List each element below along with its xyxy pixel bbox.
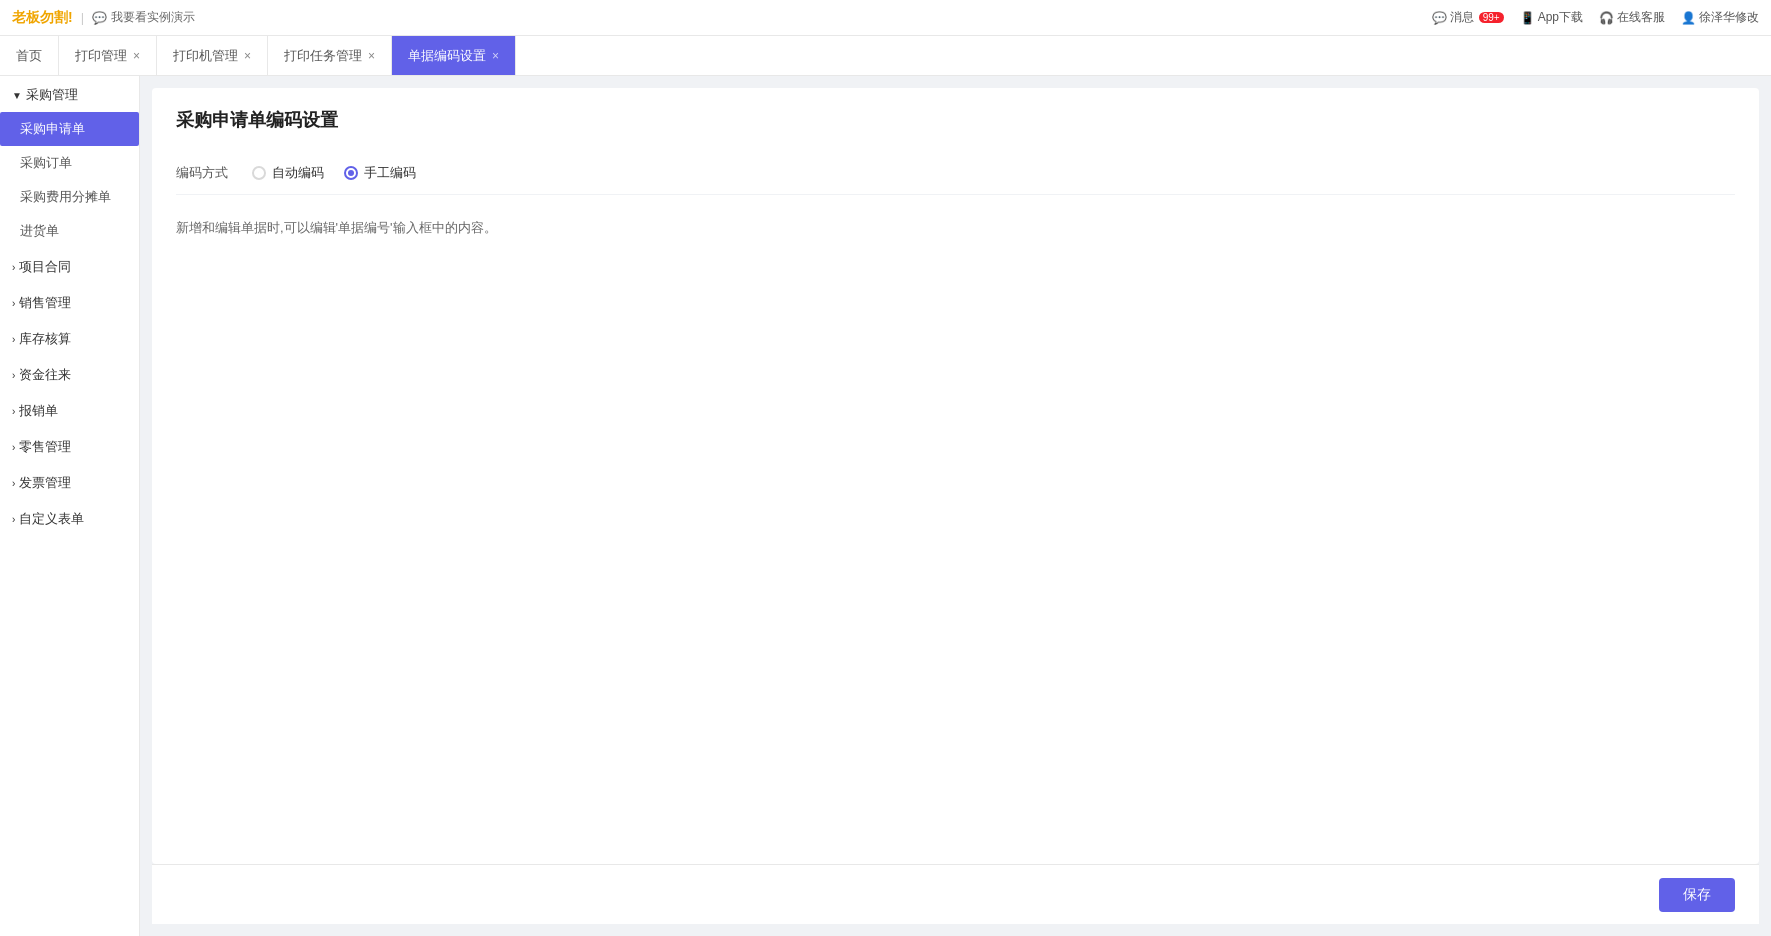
sidebar-group-retail: › 零售管理 bbox=[0, 428, 139, 464]
sidebar-group-project-label: 项目合同 bbox=[19, 258, 71, 276]
radio-group: 自动编码 手工编码 bbox=[252, 164, 416, 182]
hint-area[interactable]: 💬 我要看实例演示 bbox=[92, 9, 195, 26]
tab-printer-mgmt[interactable]: 打印机管理 × bbox=[157, 36, 268, 75]
sidebar-group-purchase-label: 采购管理 bbox=[26, 86, 78, 104]
chat-icon: 💬 bbox=[92, 11, 107, 25]
tab-print-mgmt-label: 打印管理 bbox=[75, 47, 127, 65]
app-download-label: App下载 bbox=[1538, 9, 1583, 26]
message-label: 消息 bbox=[1450, 9, 1474, 26]
encoding-method-label: 编码方式 bbox=[176, 164, 236, 182]
save-button[interactable]: 保存 bbox=[1659, 878, 1735, 912]
tab-print-task-mgmt-label: 打印任务管理 bbox=[284, 47, 362, 65]
collapse-arrow-retail: › bbox=[12, 442, 15, 453]
sidebar-group-fund-title[interactable]: › 资金往来 bbox=[0, 356, 139, 392]
sidebar-item-purchase-order-label: 采购订单 bbox=[20, 155, 72, 170]
sidebar-group-invoice: › 发票管理 bbox=[0, 464, 139, 500]
sidebar-item-purchase-request-label: 采购申请单 bbox=[20, 121, 85, 136]
top-bar: 老板勿割! | 💬 我要看实例演示 💬 消息 99+ 📱 App下载 🎧 在线客… bbox=[0, 0, 1771, 36]
sidebar-group-reimbursement-title[interactable]: › 报销单 bbox=[0, 392, 139, 428]
sidebar-item-purchase-expense[interactable]: 采购费用分摊单 bbox=[0, 180, 139, 214]
content-main: 采购申请单编码设置 编码方式 自动编码 手工编码 新增和编辑单据时,可以编辑'单… bbox=[152, 88, 1759, 864]
app-download-btn[interactable]: 📱 App下载 bbox=[1520, 9, 1583, 26]
sidebar-group-custom-label: 自定义表单 bbox=[19, 510, 84, 528]
collapse-arrow-purchase: ▼ bbox=[12, 90, 22, 101]
sidebar-group-sales: › 销售管理 bbox=[0, 284, 139, 320]
manual-code-label: 手工编码 bbox=[364, 164, 416, 182]
content-footer: 保存 bbox=[152, 864, 1759, 924]
tab-bar: 首页 打印管理 × 打印机管理 × 打印任务管理 × 单据编码设置 × bbox=[0, 36, 1771, 76]
encoding-method-row: 编码方式 自动编码 手工编码 bbox=[176, 152, 1735, 195]
sidebar-item-purchase-expense-label: 采购费用分摊单 bbox=[20, 189, 111, 204]
radio-auto-circle bbox=[252, 166, 266, 180]
auto-code-label: 自动编码 bbox=[272, 164, 324, 182]
main-layout: ▼ 采购管理 采购申请单 采购订单 采购费用分摊单 进货单 bbox=[0, 76, 1771, 936]
tab-printer-mgmt-close[interactable]: × bbox=[244, 49, 251, 63]
tab-home[interactable]: 首页 bbox=[0, 36, 59, 75]
tab-print-task-mgmt-close[interactable]: × bbox=[368, 49, 375, 63]
sidebar-group-custom: › 自定义表单 bbox=[0, 500, 139, 536]
service-icon: 🎧 bbox=[1599, 11, 1614, 25]
sidebar-group-fund-label: 资金往来 bbox=[19, 366, 71, 384]
sidebar-group-sales-label: 销售管理 bbox=[19, 294, 71, 312]
radio-manual-circle bbox=[344, 166, 358, 180]
sidebar-group-inventory-title[interactable]: › 库存核算 bbox=[0, 320, 139, 356]
sidebar-group-purchase: ▼ 采购管理 采购申请单 采购订单 采购费用分摊单 进货单 bbox=[0, 76, 139, 248]
page-title: 采购申请单编码设置 bbox=[176, 108, 1735, 132]
hint-text: 我要看实例演示 bbox=[111, 9, 195, 26]
sidebar-group-invoice-label: 发票管理 bbox=[19, 474, 71, 492]
tab-print-mgmt-close[interactable]: × bbox=[133, 49, 140, 63]
message-btn[interactable]: 💬 消息 99+ bbox=[1432, 9, 1504, 26]
sidebar-group-purchase-children: 采购申请单 采购订单 采购费用分摊单 进货单 bbox=[0, 112, 139, 248]
collapse-arrow-custom: › bbox=[12, 514, 15, 525]
sidebar-group-retail-title[interactable]: › 零售管理 bbox=[0, 428, 139, 464]
top-bar-right: 💬 消息 99+ 📱 App下载 🎧 在线客服 👤 徐泽华修改 bbox=[1432, 9, 1759, 26]
tab-code-settings-label: 单据编码设置 bbox=[408, 47, 486, 65]
sidebar-group-sales-title[interactable]: › 销售管理 bbox=[0, 284, 139, 320]
app-icon: 📱 bbox=[1520, 11, 1535, 25]
sidebar-group-custom-title[interactable]: › 自定义表单 bbox=[0, 500, 139, 536]
collapse-arrow-fund: › bbox=[12, 370, 15, 381]
sidebar-group-invoice-title[interactable]: › 发票管理 bbox=[0, 464, 139, 500]
sidebar-group-inventory: › 库存核算 bbox=[0, 320, 139, 356]
radio-auto-code[interactable]: 自动编码 bbox=[252, 164, 324, 182]
tab-home-label: 首页 bbox=[16, 47, 42, 65]
online-service-btn[interactable]: 🎧 在线客服 bbox=[1599, 9, 1665, 26]
sidebar-group-project-title[interactable]: › 项目合同 bbox=[0, 248, 139, 284]
hint-text: 新增和编辑单据时,可以编辑'单据编号'输入框中的内容。 bbox=[176, 211, 1735, 245]
collapse-arrow-project: › bbox=[12, 262, 15, 273]
sidebar-group-reimbursement: › 报销单 bbox=[0, 392, 139, 428]
sidebar-group-purchase-title[interactable]: ▼ 采购管理 bbox=[0, 76, 139, 112]
tab-printer-mgmt-label: 打印机管理 bbox=[173, 47, 238, 65]
sidebar-group-inventory-label: 库存核算 bbox=[19, 330, 71, 348]
collapse-arrow-inventory: › bbox=[12, 334, 15, 345]
sidebar: ▼ 采购管理 采购申请单 采购订单 采购费用分摊单 进货单 bbox=[0, 76, 140, 936]
sidebar-item-stock-in[interactable]: 进货单 bbox=[0, 214, 139, 248]
message-badge: 99+ bbox=[1479, 12, 1504, 23]
sidebar-item-stock-in-label: 进货单 bbox=[20, 223, 59, 238]
collapse-arrow-invoice: › bbox=[12, 478, 15, 489]
sidebar-item-purchase-request[interactable]: 采购申请单 bbox=[0, 112, 139, 146]
sidebar-group-reimbursement-label: 报销单 bbox=[19, 402, 58, 420]
radio-manual-code[interactable]: 手工编码 bbox=[344, 164, 416, 182]
collapse-arrow-sales: › bbox=[12, 298, 15, 309]
user-name: 徐泽华修改 bbox=[1699, 9, 1759, 26]
tab-code-settings[interactable]: 单据编码设置 × bbox=[392, 36, 516, 75]
sidebar-group-project: › 项目合同 bbox=[0, 248, 139, 284]
tab-code-settings-close[interactable]: × bbox=[492, 49, 499, 63]
user-avatar[interactable]: 👤 徐泽华修改 bbox=[1681, 9, 1759, 26]
sidebar-group-fund: › 资金往来 bbox=[0, 356, 139, 392]
top-bar-left: 老板勿割! | 💬 我要看实例演示 bbox=[12, 9, 195, 27]
sidebar-group-retail-label: 零售管理 bbox=[19, 438, 71, 456]
sidebar-item-purchase-order[interactable]: 采购订单 bbox=[0, 146, 139, 180]
message-icon: 💬 bbox=[1432, 11, 1447, 25]
tab-print-mgmt[interactable]: 打印管理 × bbox=[59, 36, 157, 75]
avatar-icon: 👤 bbox=[1681, 11, 1696, 25]
online-service-label: 在线客服 bbox=[1617, 9, 1665, 26]
content-area: 采购申请单编码设置 编码方式 自动编码 手工编码 新增和编辑单据时,可以编辑'单… bbox=[140, 76, 1771, 936]
collapse-arrow-reimbursement: › bbox=[12, 406, 15, 417]
logo: 老板勿割! bbox=[12, 9, 73, 27]
tab-print-task-mgmt[interactable]: 打印任务管理 × bbox=[268, 36, 392, 75]
